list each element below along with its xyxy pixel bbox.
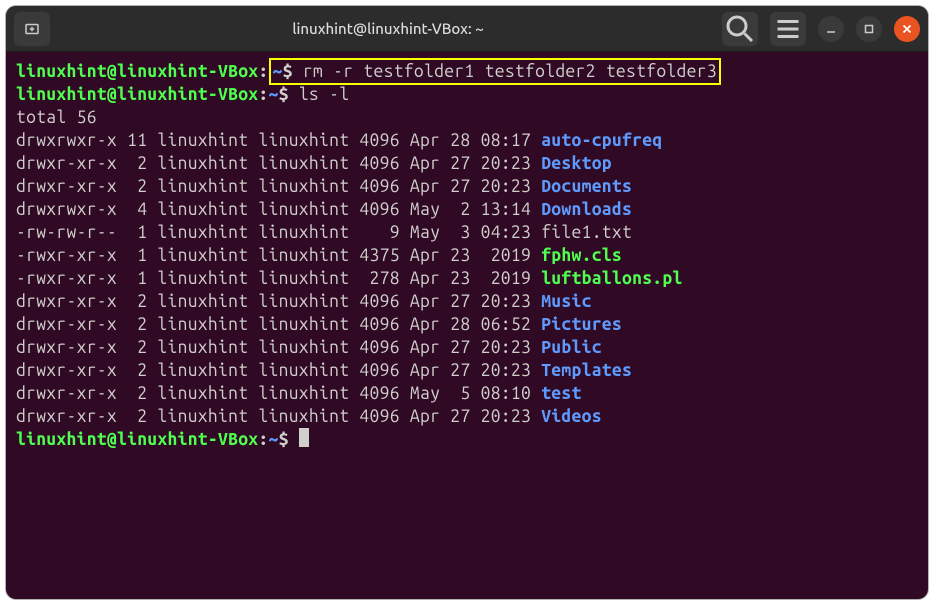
file-name: test	[541, 384, 581, 403]
window-title: linuxhint@linuxhint-VBox: ~	[54, 20, 722, 37]
ls-row: drwxrwxr-x 4 linuxhint linuxhint 4096 Ma…	[16, 198, 918, 221]
file-name: file1.txt	[541, 223, 632, 242]
ls-row: drwxr-xr-x 2 linuxhint linuxhint 4096 Ma…	[16, 382, 918, 405]
ls-row: drwxr-xr-x 2 linuxhint linuxhint 4096 Ap…	[16, 175, 918, 198]
highlighted-command: ~$ rm -r testfolder1 testfolder2 testfol…	[269, 58, 721, 85]
file-name: Downloads	[541, 200, 632, 219]
ls-row: drwxr-xr-x 2 linuxhint linuxhint 4096 Ap…	[16, 336, 918, 359]
prompt-colon: :	[258, 62, 268, 81]
ls-row: drwxrwxr-x 11 linuxhint linuxhint 4096 A…	[16, 129, 918, 152]
file-name: fphw.cls	[541, 246, 622, 265]
ls-row: drwxr-xr-x 2 linuxhint linuxhint 4096 Ap…	[16, 405, 918, 428]
file-name: Public	[541, 338, 602, 357]
close-button[interactable]	[894, 16, 920, 42]
ls-row: drwxr-xr-x 2 linuxhint linuxhint 4096 Ap…	[16, 290, 918, 313]
file-name: Music	[541, 292, 592, 311]
file-name: luftballons.pl	[541, 269, 682, 288]
ls-row: -rw-rw-r-- 1 linuxhint linuxhint 9 May 3…	[16, 221, 918, 244]
titlebar: linuxhint@linuxhint-VBox: ~	[6, 6, 928, 52]
ls-row: drwxr-xr-x 2 linuxhint linuxhint 4096 Ap…	[16, 152, 918, 175]
search-button[interactable]	[722, 12, 758, 46]
file-name: Desktop	[541, 154, 612, 173]
hamburger-menu-button[interactable]	[770, 12, 806, 46]
maximize-button[interactable]	[856, 16, 882, 42]
terminal-output[interactable]: linuxhint@linuxhint-VBox:~$ rm -r testfo…	[6, 52, 928, 599]
file-name: Pictures	[541, 315, 622, 334]
file-name: Templates	[541, 361, 632, 380]
cursor	[299, 428, 309, 447]
file-name: Videos	[541, 407, 602, 426]
new-tab-button[interactable]	[14, 12, 50, 46]
file-name: auto-cpufreq	[541, 131, 662, 150]
ls-total: total 56	[16, 106, 918, 129]
terminal-window: linuxhint@linuxhint-VBox: ~ linuxhint@li…	[6, 6, 928, 599]
prompt-user-host: linuxhint@linuxhint-VBox	[16, 62, 258, 81]
file-name: Documents	[541, 177, 632, 196]
ls-row: drwxr-xr-x 2 linuxhint linuxhint 4096 Ap…	[16, 359, 918, 382]
ls-row: drwxr-xr-x 2 linuxhint linuxhint 4096 Ap…	[16, 313, 918, 336]
ls-row: -rwxr-xr-x 1 linuxhint linuxhint 4375 Ap…	[16, 244, 918, 267]
ls-row: -rwxr-xr-x 1 linuxhint linuxhint 278 Apr…	[16, 267, 918, 290]
minimize-button[interactable]	[818, 16, 844, 42]
